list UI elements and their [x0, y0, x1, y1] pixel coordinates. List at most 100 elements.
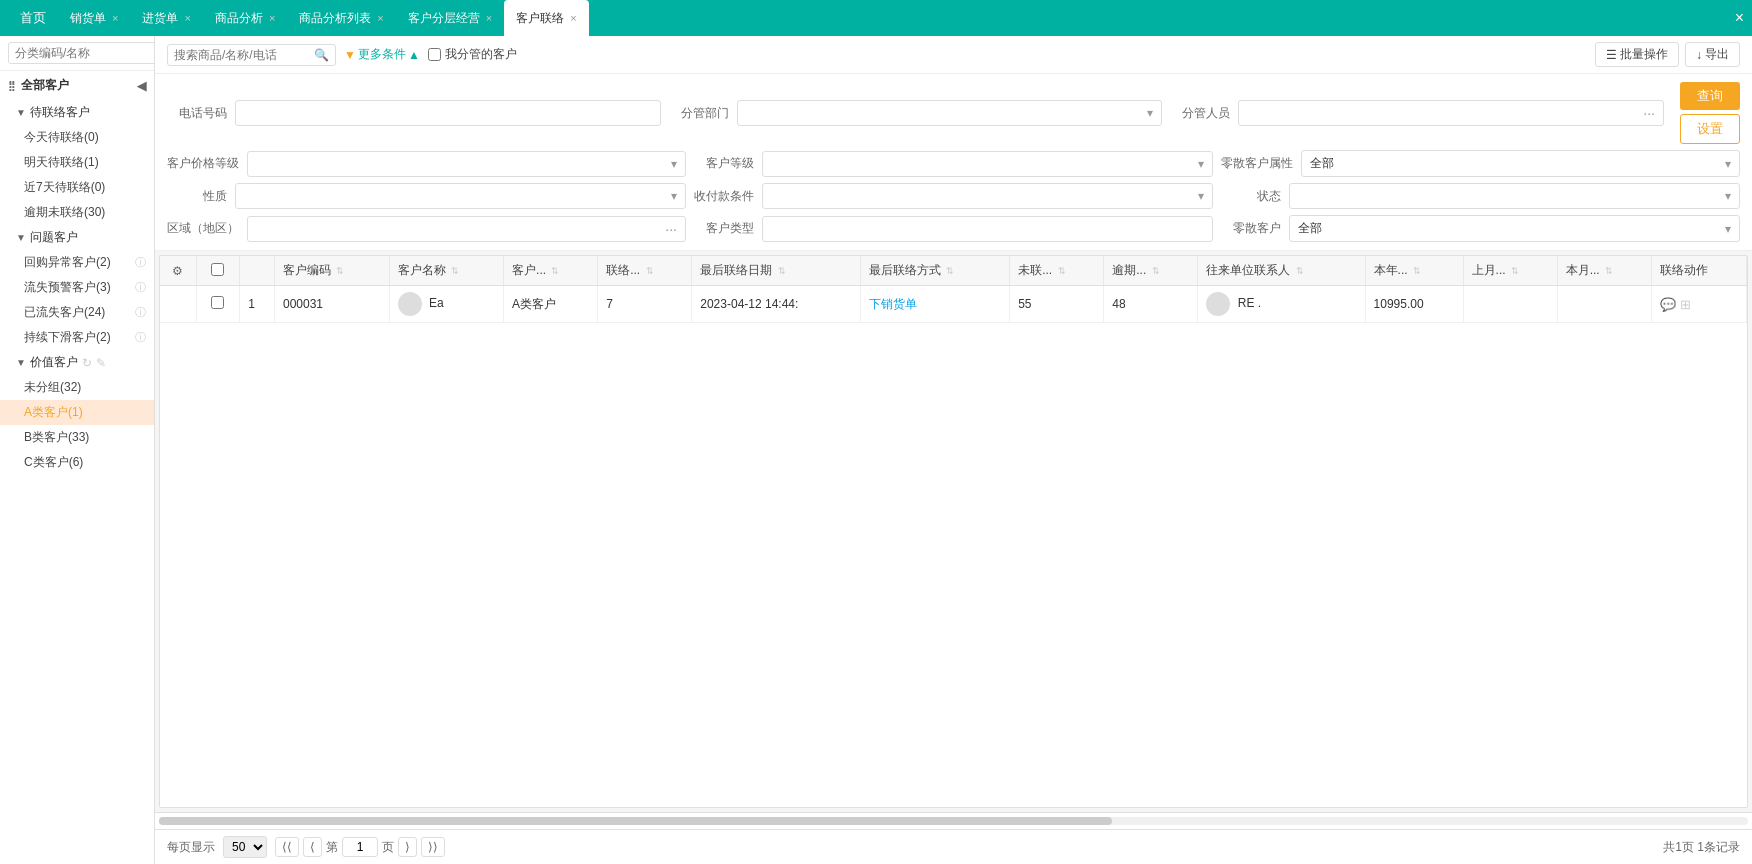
chat-action-icon[interactable]: 💬 — [1660, 297, 1676, 312]
sidebar-item-today[interactable]: 今天待联络(0) — [0, 125, 154, 150]
col-settings[interactable]: ⚙ — [160, 256, 196, 286]
row-thismonth-cell — [1557, 286, 1651, 323]
col-this-year[interactable]: 本年... ⇅ — [1365, 256, 1463, 286]
sort-code-icon: ⇅ — [336, 266, 344, 276]
collapse-sidebar-icon[interactable]: ◀ — [137, 79, 146, 93]
col-select-all[interactable] — [196, 256, 240, 286]
row-checkbox[interactable] — [211, 296, 224, 309]
col-last-month[interactable]: 上月... ⇅ — [1463, 256, 1557, 286]
data-table: ⚙ 客户编码 ⇅ 客户名称 ⇅ — [160, 256, 1747, 323]
first-page-button[interactable]: ⟨⟨ — [275, 837, 299, 857]
close-analysis-tab[interactable]: × — [269, 12, 275, 24]
refresh-icon[interactable]: ↻ — [82, 356, 92, 370]
person-select[interactable]: ··· — [1238, 100, 1664, 126]
filter-more-btn[interactable]: ▼ 更多条件 ▲ — [344, 46, 420, 63]
col-overdue[interactable]: 逾期... ⇅ — [1104, 256, 1198, 286]
row-checkbox-cell[interactable] — [196, 286, 240, 323]
next-page-button[interactable]: ⟩ — [398, 837, 417, 857]
sidebar-item-overdue[interactable]: 逾期未联络(30) — [0, 200, 154, 225]
per-page-select[interactable]: 50 — [223, 836, 267, 858]
col-last-contact-way[interactable]: 最后联络方式 ⇅ — [860, 256, 1010, 286]
sidebar-group-value[interactable]: ▼ 价值客户 ↻ ✎ — [0, 350, 154, 375]
phone-input[interactable] — [235, 100, 661, 126]
col-name[interactable]: 客户名称 ⇅ — [389, 256, 504, 286]
col-last-contact-date[interactable]: 最后联络日期 ⇅ — [692, 256, 860, 286]
nav-tab-customer-contact[interactable]: 客户联络 × — [504, 0, 588, 36]
sidebar-item-lost[interactable]: 已流失客户(24) ⓘ — [0, 300, 154, 325]
settings-button[interactable]: 设置 — [1680, 114, 1740, 144]
horizontal-scrollbar[interactable] — [155, 812, 1752, 829]
sidebar-item-c-class[interactable]: C类客户(6) — [0, 450, 154, 475]
batch-icon: ☰ — [1606, 48, 1617, 62]
last-contact-way-link[interactable]: 下销货单 — [869, 297, 917, 311]
nav-tab-customer-segment[interactable]: 客户分层经营 × — [396, 0, 504, 36]
nature-select[interactable]: ▾ — [235, 183, 686, 209]
status-select[interactable]: ▾ — [1289, 183, 1740, 209]
close-all-tabs[interactable]: × — [1735, 9, 1744, 27]
dept-select[interactable]: ▾ — [737, 100, 1163, 126]
top-nav: 首页 销货单 × 进货单 × 商品分析 × 商品分析列表 × 客户分层经营 × … — [0, 0, 1752, 36]
batch-op-button[interactable]: ☰ 批量操作 — [1595, 42, 1679, 67]
page-input[interactable] — [342, 837, 378, 857]
filter-search-icon[interactable]: 🔍 — [314, 48, 329, 62]
grade-select[interactable]: ▾ — [762, 151, 1213, 177]
my-customers-filter[interactable]: 我分管的客户 — [428, 46, 517, 63]
sidebar-search-input[interactable] — [8, 42, 155, 64]
price-grade-select[interactable]: ▾ — [247, 151, 686, 177]
query-button[interactable]: 查询 — [1680, 82, 1740, 110]
sidebar-item-warning[interactable]: 流失预警客户(3) ⓘ — [0, 275, 154, 300]
close-purchase-tab[interactable]: × — [184, 12, 190, 24]
grid-icon: ⣿ — [8, 80, 15, 91]
select-all-checkbox[interactable] — [211, 263, 224, 276]
close-segment-tab[interactable]: × — [486, 12, 492, 24]
retail-select[interactable]: 全部 ▾ — [1289, 215, 1740, 242]
sidebar-item-declining[interactable]: 持续下滑客户(2) ⓘ — [0, 325, 154, 350]
col-unit-contact[interactable]: 往来单位联系人 ⇅ — [1198, 256, 1365, 286]
nav-home[interactable]: 首页 — [8, 9, 58, 27]
close-analysis-list-tab[interactable]: × — [377, 12, 383, 24]
col-contact[interactable]: 联络... ⇅ — [598, 256, 692, 286]
sidebar-item-a-class[interactable]: A类客户(1) — [0, 400, 154, 425]
nav-tab-sales[interactable]: 销货单 × — [58, 0, 130, 36]
grid-action-icon[interactable]: ⊞ — [1680, 297, 1691, 312]
retail-attr-select[interactable]: 全部 ▾ — [1301, 150, 1740, 177]
sort-not-icon: ⇅ — [1058, 266, 1066, 276]
row-type-cell: A类客户 — [504, 286, 598, 323]
type-select[interactable] — [762, 216, 1213, 242]
row-way-cell[interactable]: 下销货单 — [860, 286, 1010, 323]
my-customers-checkbox[interactable] — [428, 48, 441, 61]
prev-page-button[interactable]: ⟨ — [303, 837, 322, 857]
total-info: 共1页 1条记录 — [1663, 839, 1740, 856]
edit-groups-icon[interactable]: ✎ — [96, 356, 106, 370]
row-actions: 💬 ⊞ — [1660, 297, 1738, 312]
sidebar-item-ungroup[interactable]: 未分组(32) — [0, 375, 154, 400]
filter-action-area: ☰ 批量操作 ↓ 导出 — [1595, 42, 1740, 67]
close-sales-tab[interactable]: × — [112, 12, 118, 24]
sidebar-item-abnormal[interactable]: 回购异常客户(2) ⓘ — [0, 250, 154, 275]
filter-bar: 🔍 ▼ 更多条件 ▲ 我分管的客户 ☰ 批量操作 ↓ 导出 — [155, 36, 1752, 74]
region-select[interactable]: ··· — [247, 216, 686, 242]
avatar — [398, 292, 422, 316]
nav-tab-purchase[interactable]: 进货单 × — [130, 0, 202, 36]
filter-search-area: 🔍 — [167, 44, 336, 66]
sidebar-group-pending[interactable]: ▼ 待联络客户 — [0, 100, 154, 125]
nav-tab-analysis[interactable]: 商品分析 × — [203, 0, 287, 36]
filter-search-input[interactable] — [174, 48, 314, 62]
row-contact-cell: 7 — [598, 286, 692, 323]
col-this-month[interactable]: 本月... ⇅ — [1557, 256, 1651, 286]
nav-tab-analysis-list[interactable]: 商品分析列表 × — [287, 0, 395, 36]
grade-field: 客户等级 ▾ — [694, 151, 1213, 177]
dept-field: 分管部门 ▾ — [669, 100, 1163, 126]
export-button[interactable]: ↓ 导出 — [1685, 42, 1740, 67]
last-page-button[interactable]: ⟩⟩ — [421, 837, 445, 857]
all-customers-header[interactable]: ⣿ 全部客户 ◀ — [0, 71, 154, 100]
close-contact-tab[interactable]: × — [570, 12, 576, 24]
sidebar-item-tomorrow[interactable]: 明天待联络(1) — [0, 150, 154, 175]
payment-select[interactable]: ▾ — [762, 183, 1213, 209]
col-code[interactable]: 客户编码 ⇅ — [274, 256, 389, 286]
col-customer-type[interactable]: 客户... ⇅ — [504, 256, 598, 286]
col-not-contact[interactable]: 未联... ⇅ — [1010, 256, 1104, 286]
sidebar-item-7days[interactable]: 近7天待联络(0) — [0, 175, 154, 200]
sidebar-group-problem[interactable]: ▼ 问题客户 — [0, 225, 154, 250]
sidebar-item-b-class[interactable]: B类客户(33) — [0, 425, 154, 450]
